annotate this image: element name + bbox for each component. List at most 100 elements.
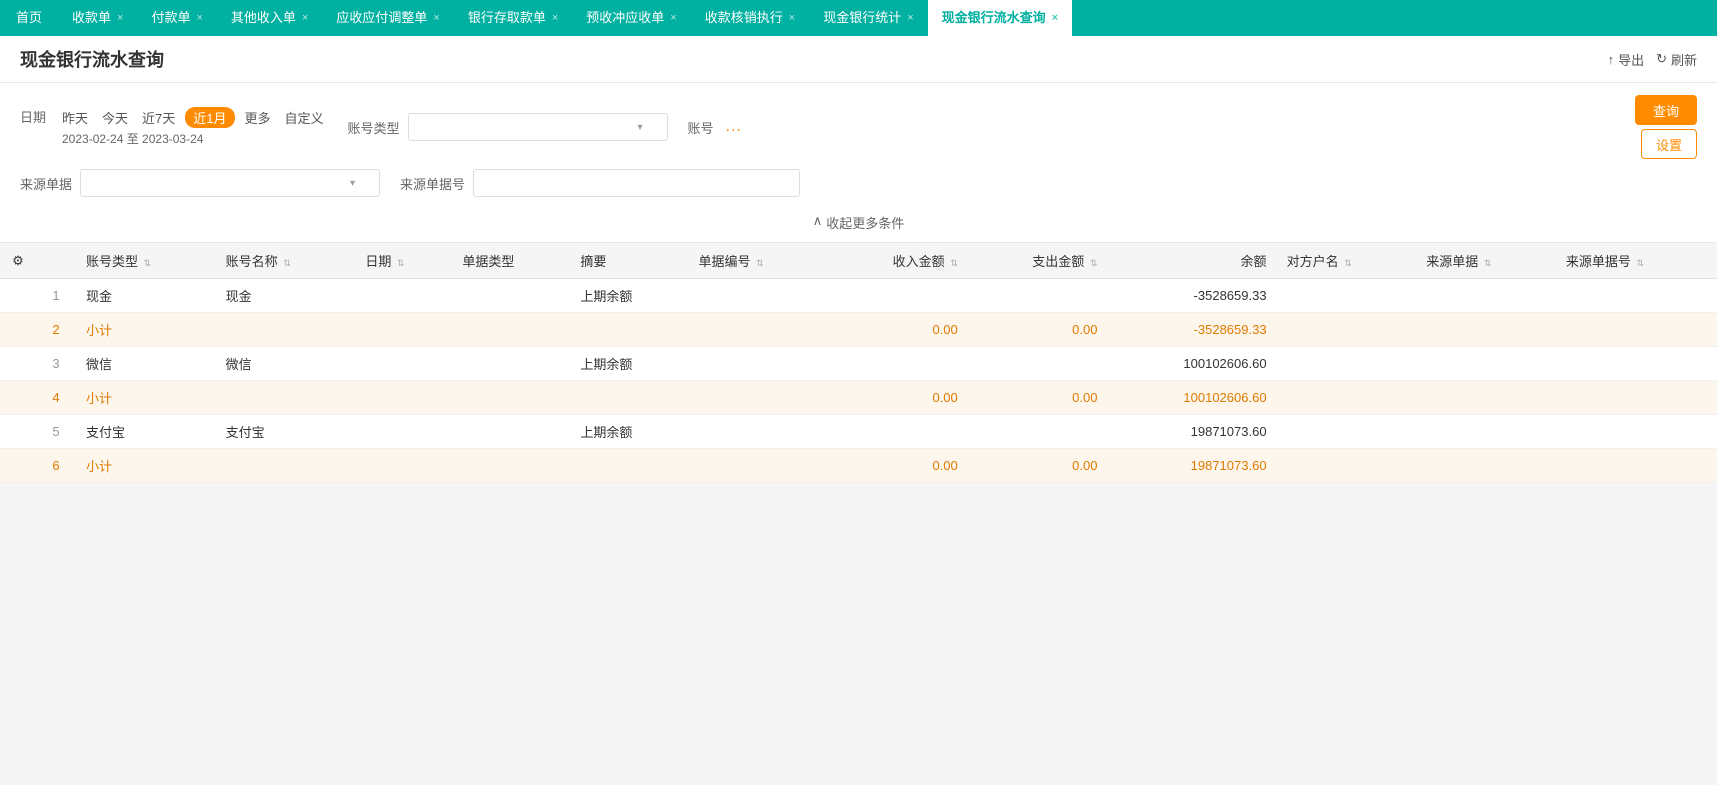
table-cell — [1556, 415, 1717, 449]
collapse-bar[interactable]: ∧ 收起更多条件 — [20, 207, 1697, 234]
refresh-button[interactable]: ↻ 刷新 — [1656, 50, 1697, 69]
column-expense[interactable]: 支出金额 ⇅ — [968, 243, 1108, 279]
table-cell — [452, 415, 570, 449]
table-cell — [688, 279, 828, 313]
date-opt-1month[interactable]: 近1月 — [185, 107, 234, 128]
nav-home[interactable]: 首页 — [0, 0, 58, 36]
collapse-label: 收起更多条件 — [826, 213, 904, 232]
table-cell: 19871073.60 — [1107, 415, 1276, 449]
table-cell — [570, 449, 688, 483]
table-cell — [355, 313, 452, 347]
date-opt-today[interactable]: 今天 — [98, 107, 132, 128]
source-bill-no-filter: 来源单据号 — [400, 169, 800, 197]
close-icon[interactable]: × — [907, 0, 913, 36]
refresh-icon: ↻ — [1656, 51, 1667, 67]
close-icon[interactable]: × — [552, 0, 558, 36]
date-opt-custom[interactable]: 自定义 — [281, 107, 328, 128]
table-cell: 小计 — [76, 381, 216, 415]
table-cell: 3 — [36, 347, 76, 381]
table-row[interactable]: 5支付宝支付宝上期余额19871073.60 — [0, 415, 1717, 449]
column-source-bill-no[interactable]: 来源单据号 ⇅ — [1556, 243, 1717, 279]
table-cell — [1416, 449, 1556, 483]
close-icon[interactable]: × — [789, 0, 795, 36]
settings-button[interactable]: 设置 — [1641, 129, 1697, 159]
account-more-dots[interactable]: ... — [726, 118, 742, 136]
table-cell — [0, 313, 36, 347]
gear-icon: ⚙ — [12, 253, 24, 268]
table-cell — [452, 347, 570, 381]
nav-tab-qitashouru[interactable]: 其他收入单 × — [217, 0, 322, 36]
nav-tab-xianjinliushui[interactable]: 现金银行流水查询 × — [928, 0, 1072, 36]
table-row[interactable]: 6小计0.000.0019871073.60 — [0, 449, 1717, 483]
close-icon[interactable]: × — [1052, 0, 1058, 36]
table-cell — [1416, 279, 1556, 313]
close-icon[interactable]: × — [433, 0, 439, 36]
table-cell: 微信 — [216, 347, 356, 381]
query-button[interactable]: 查询 — [1635, 95, 1697, 125]
source-bill-select[interactable]: ▾ — [80, 169, 380, 197]
table-cell: 6 — [36, 449, 76, 483]
date-opt-7days[interactable]: 近7天 — [138, 107, 179, 128]
table-cell — [828, 415, 968, 449]
date-options: 昨天 今天 近7天 近1月 更多 自定义 — [58, 107, 328, 128]
column-source-bill[interactable]: 来源单据 ⇅ — [1416, 243, 1556, 279]
table-cell — [452, 449, 570, 483]
account-type-select[interactable]: ▾ — [408, 113, 668, 141]
date-opt-yesterday[interactable]: 昨天 — [58, 107, 92, 128]
column-income[interactable]: 收入金额 ⇅ — [828, 243, 968, 279]
table-cell: 0.00 — [968, 381, 1108, 415]
table-cell — [1556, 381, 1717, 415]
data-table: ⚙ 账号类型 ⇅ 账号名称 ⇅ 日期 ⇅ 单据类型 — [0, 243, 1717, 483]
table-cell — [688, 415, 828, 449]
table-cell: 支付宝 — [76, 415, 216, 449]
column-counterpart[interactable]: 对方户名 ⇅ — [1277, 243, 1417, 279]
column-bill-no[interactable]: 单据编号 ⇅ — [688, 243, 828, 279]
date-label: 日期 — [20, 107, 50, 126]
table-cell — [216, 449, 356, 483]
table-cell — [688, 347, 828, 381]
table-cell — [1556, 313, 1717, 347]
column-account-name[interactable]: 账号名称 ⇅ — [216, 243, 356, 279]
close-icon[interactable]: × — [670, 0, 676, 36]
column-gear[interactable]: ⚙ — [0, 243, 36, 279]
export-button[interactable]: ↑ 导出 — [1608, 50, 1645, 69]
table-row[interactable]: 2小计0.000.00-3528659.33 — [0, 313, 1717, 347]
table-row[interactable]: 1现金现金上期余额-3528659.33 — [0, 279, 1717, 313]
export-icon: ↑ — [1608, 52, 1615, 67]
date-opt-more[interactable]: 更多 — [241, 107, 275, 128]
table-cell — [355, 381, 452, 415]
nav-tab-yinhangcunkuan[interactable]: 银行存取款单 × — [454, 0, 572, 36]
table-row[interactable]: 4小计0.000.00100102606.60 — [0, 381, 1717, 415]
table-cell: 100102606.60 — [1107, 381, 1276, 415]
table-cell — [1416, 347, 1556, 381]
nav-tab-shoukuanhexiao[interactable]: 收款核销执行 × — [691, 0, 809, 36]
collapse-icon: ∧ — [813, 213, 823, 232]
column-account-type[interactable]: 账号类型 ⇅ — [76, 243, 216, 279]
close-icon[interactable]: × — [196, 0, 202, 36]
table-row[interactable]: 3微信微信上期余额100102606.60 — [0, 347, 1717, 381]
nav-tab-yingshoutiaozheng[interactable]: 应收应付调整单 × — [322, 0, 453, 36]
nav-tab-xianjintongji[interactable]: 现金银行统计 × — [809, 0, 927, 36]
table-header-row: ⚙ 账号类型 ⇅ 账号名称 ⇅ 日期 ⇅ 单据类型 — [0, 243, 1717, 279]
nav-tab-yushou[interactable]: 预收冲应收单 × — [572, 0, 690, 36]
table-cell — [216, 381, 356, 415]
source-bill-no-input[interactable] — [473, 169, 800, 197]
column-date[interactable]: 日期 ⇅ — [355, 243, 452, 279]
close-icon[interactable]: × — [117, 0, 123, 36]
table-cell: 支付宝 — [216, 415, 356, 449]
close-icon[interactable]: × — [302, 0, 308, 36]
chevron-down-icon: ▾ — [350, 178, 355, 189]
table-cell — [452, 279, 570, 313]
nav-tab-shoukuandan[interactable]: 收款单 × — [58, 0, 137, 36]
table-cell: 微信 — [76, 347, 216, 381]
date-filter-group: 日期 昨天 今天 近7天 近1月 更多 自定义 2023-02-24 至 202… — [20, 107, 328, 147]
table-cell: -3528659.33 — [1107, 279, 1276, 313]
table-cell: 0.00 — [828, 381, 968, 415]
sort-icon: ⇅ — [1637, 258, 1645, 268]
filter-row-1: 日期 昨天 今天 近7天 近1月 更多 自定义 2023-02-24 至 202… — [20, 95, 1697, 159]
table-cell — [1277, 415, 1417, 449]
column-bill-type[interactable]: 单据类型 — [452, 243, 570, 279]
table-cell — [355, 279, 452, 313]
nav-tab-fukuandan[interactable]: 付款单 × — [137, 0, 216, 36]
chevron-down-icon: ▾ — [638, 122, 643, 133]
